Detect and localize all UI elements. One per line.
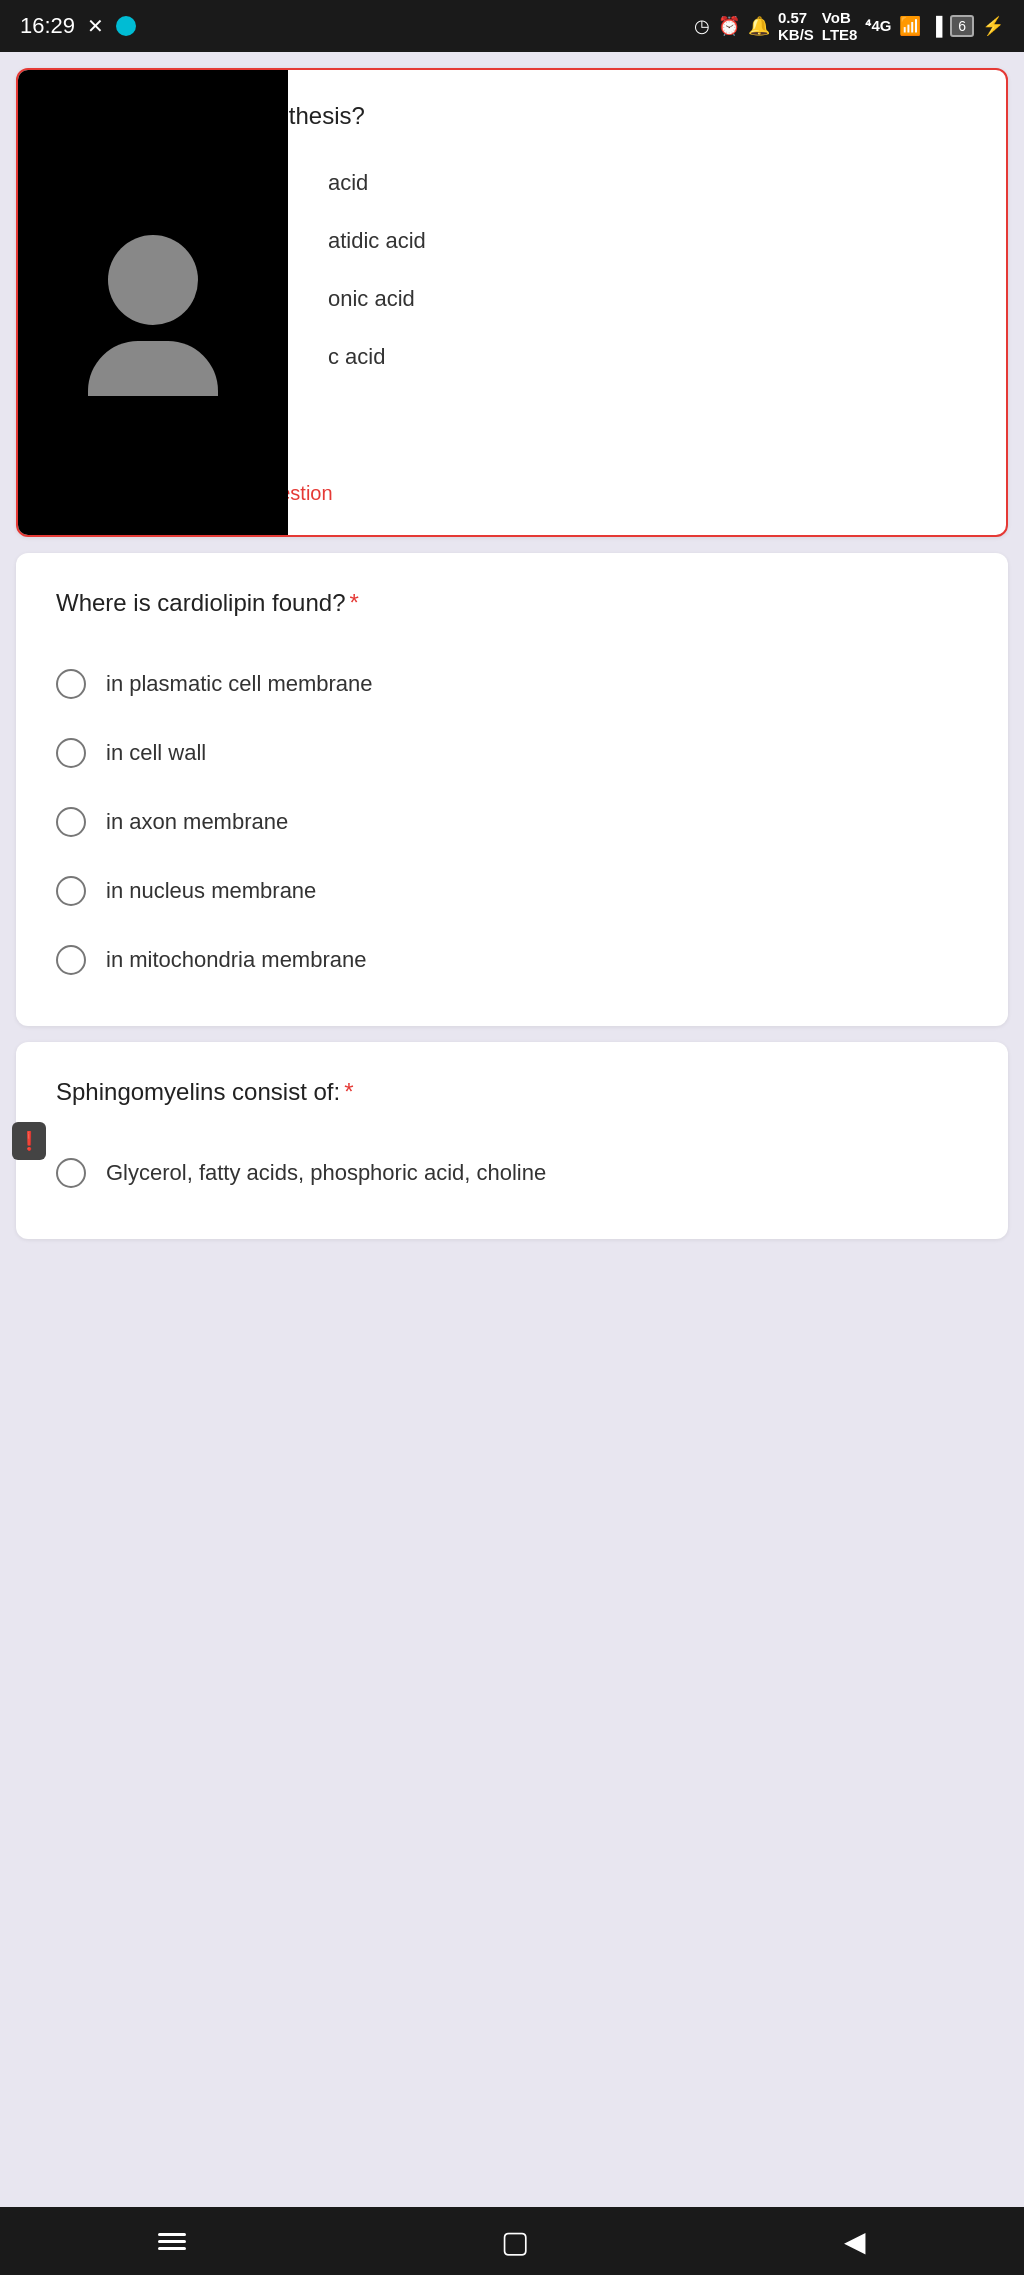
required-star-3: * (344, 1078, 353, 1105)
exclamation-icon: ❗ (18, 1130, 40, 1152)
required-star-2: * (350, 589, 359, 616)
third-question-card: ❗ Sphingomyelins consist of:* Glycerol, … (16, 1042, 1008, 1239)
4g-label: ⁴4G (865, 17, 891, 35)
avatar-body (88, 341, 218, 396)
status-right: ◷ ⏰ 🔔 0.57KB/S VoBLTE8 ⁴4G 📶 ▐ 6 ⚡ (694, 9, 1004, 43)
avatar-head (108, 235, 198, 325)
battery-icon: 6 (950, 15, 974, 37)
radio-axon[interactable] (56, 807, 86, 837)
option-plasmatic[interactable]: in plasmatic cell membrane (56, 649, 968, 718)
signal2-icon: ▐ (929, 16, 942, 37)
clock-icon: ⏰ (718, 15, 740, 37)
label-cell-wall: in cell wall (106, 736, 206, 769)
option-nucleus[interactable]: in nucleus membrane (56, 856, 968, 925)
label-plasmatic: in plasmatic cell membrane (106, 667, 373, 700)
radio-mitochondria[interactable] (56, 945, 86, 975)
back-button[interactable]: ◀ (844, 2225, 866, 2258)
option-axon[interactable]: in axon membrane (56, 787, 968, 856)
charging-icon: ⚡ (982, 15, 1004, 37)
notification-dot (116, 16, 136, 36)
close-icon: ✕ (87, 14, 104, 38)
bottom-spacer (0, 1255, 1024, 1335)
radio-plasmatic[interactable] (56, 669, 86, 699)
second-question-text: Where is cardiolipin found?* (56, 585, 968, 621)
nav-bar: ▢ ◀ (0, 2207, 1024, 2275)
partial-option-3-text: onic acid (328, 286, 415, 312)
label-axon: in axon membrane (106, 805, 288, 838)
second-question-label: Where is cardiolipin found? (56, 589, 346, 616)
status-bar: 16:29 ✕ ◷ ⏰ 🔔 0.57KB/S VoBLTE8 ⁴4G 📶 ▐ 6… (0, 0, 1024, 52)
third-question-label: Sphingomyelins consist of: (56, 1078, 340, 1105)
content-area: substrate for their synthesis? acid atid… (0, 68, 1024, 1335)
partial-option-4-text: c acid (328, 344, 385, 370)
menu-button[interactable] (158, 2233, 186, 2250)
partial-option-2-text: atidic acid (328, 228, 426, 254)
voice-label: VoBLTE8 (822, 9, 858, 43)
data-label: 0.57KB/S (778, 9, 814, 43)
radio-cell-wall[interactable] (56, 738, 86, 768)
first-question-card: substrate for their synthesis? acid atid… (16, 68, 1008, 537)
notification-badge: ❗ (12, 1122, 46, 1160)
bell-icon: 🔔 (748, 15, 770, 37)
option-cell-wall[interactable]: in cell wall (56, 718, 968, 787)
home-button[interactable]: ▢ (501, 2224, 529, 2259)
signal-icon: 📶 (899, 15, 921, 37)
cardiolipin-options: in plasmatic cell membrane in cell wall … (56, 649, 968, 994)
radio-glycerol[interactable] (56, 1158, 86, 1188)
second-question-card: Where is cardiolipin found?* in plasmati… (16, 553, 1008, 1026)
time-display: 16:29 (20, 13, 75, 39)
partial-option-1-text: acid (328, 170, 368, 196)
glycerol-option[interactable]: Glycerol, fatty acids, phosphoric acid, … (56, 1138, 968, 1207)
third-question-text: Sphingomyelins consist of:* (56, 1074, 968, 1110)
label-mitochondria: in mitochondria membrane (106, 943, 366, 976)
avatar-overlay (18, 70, 288, 537)
radio-nucleus[interactable] (56, 876, 86, 906)
alarm-icon: ◷ (694, 15, 710, 37)
option-mitochondria[interactable]: in mitochondria membrane (56, 925, 968, 994)
status-left: 16:29 ✕ (20, 13, 136, 39)
label-glycerol: Glycerol, fatty acids, phosphoric acid, … (106, 1156, 546, 1189)
label-nucleus: in nucleus membrane (106, 874, 316, 907)
